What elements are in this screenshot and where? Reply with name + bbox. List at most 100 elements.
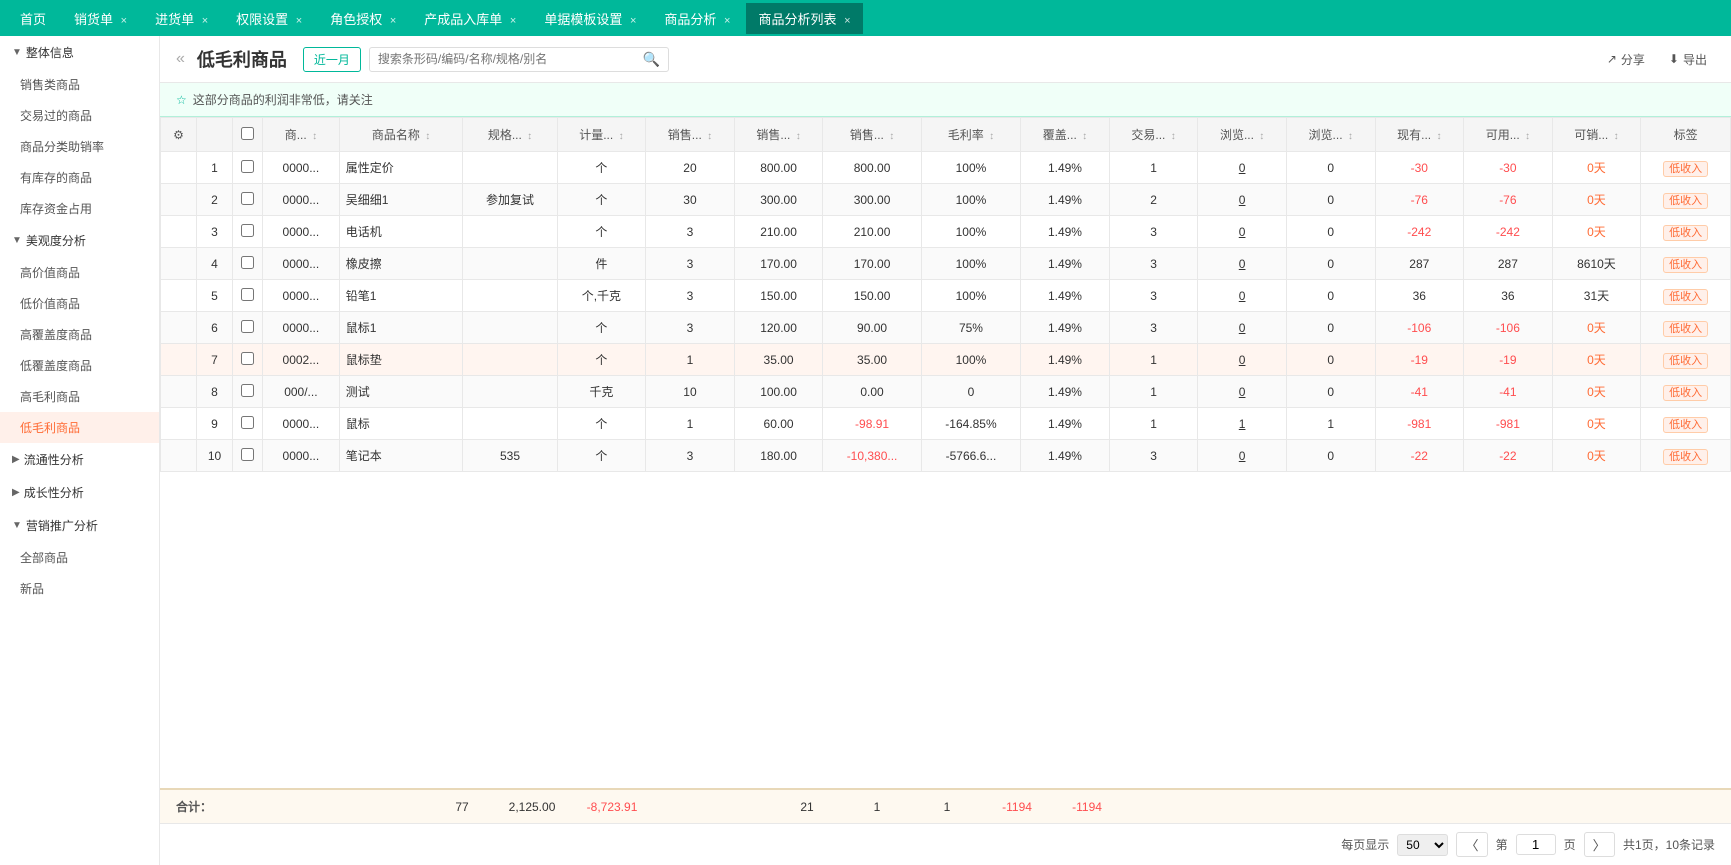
prev-page-button[interactable]: 〈 [1456,832,1487,857]
nav-purchase-close[interactable]: × [202,15,208,27]
nav-products-in-close[interactable]: × [510,15,516,27]
share-button[interactable]: ↗ 分享 [1599,47,1653,72]
row-checkbox-cell-5[interactable] [233,312,263,344]
row-checkbox-7[interactable] [241,384,254,397]
sidebar-item-traded-products[interactable]: 交易过的商品 [0,100,159,131]
current-stock-col-header[interactable]: 现有... ↕ [1375,118,1464,152]
browse1-value-9[interactable]: 0 [1239,449,1246,463]
nav-sales[interactable]: 销货单 × [62,3,139,34]
row-browse1-cell-9[interactable]: 0 [1198,440,1287,472]
nav-product-analysis-list[interactable]: 商品分析列表 × [746,3,862,34]
browse1-col-header[interactable]: 浏览... ↕ [1198,118,1287,152]
sidebar-item-low-value[interactable]: 低价值商品 [0,288,159,319]
nav-roles-close[interactable]: × [390,15,396,27]
sidebar-item-low-margin[interactable]: 低毛利商品 [0,412,159,443]
row-checkbox-6[interactable] [241,352,254,365]
gross-margin-col-header[interactable]: 毛利率 ↕ [921,118,1020,152]
sidebar-collapse-btn[interactable]: « [176,50,185,68]
nav-templates[interactable]: 单据模板设置 × [532,3,648,34]
sidebar-item-stock-capital[interactable]: 库存资金占用 [0,193,159,224]
code-col-header[interactable]: 商... ↕ [263,118,340,152]
sidebar-item-stocked-products[interactable]: 有库存的商品 [0,162,159,193]
row-checkbox-2[interactable] [241,224,254,237]
row-browse1-cell-6[interactable]: 0 [1198,344,1287,376]
nav-home[interactable]: 首页 [8,3,58,34]
nav-permissions-close[interactable]: × [296,15,302,27]
name-col-header[interactable]: 商品名称 ↕ [339,118,463,152]
search-icon[interactable]: 🔍 [642,51,659,68]
nav-templates-close[interactable]: × [630,15,636,27]
row-browse1-cell-4[interactable]: 0 [1198,280,1287,312]
row-browse1-cell-0[interactable]: 0 [1198,152,1287,184]
row-checkbox-cell-0[interactable] [233,152,263,184]
row-checkbox-0[interactable] [241,160,254,173]
sellable-col-header[interactable]: 可销... ↕ [1552,118,1641,152]
page-size-select[interactable]: 20 50 100 200 [1397,834,1448,856]
sidebar-item-low-coverage[interactable]: 低覆盖度商品 [0,350,159,381]
trade-times-col-header[interactable]: 交易... ↕ [1109,118,1198,152]
nav-product-analysis[interactable]: 商品分析 × [652,3,742,34]
search-input[interactable] [378,52,643,66]
row-checkbox-4[interactable] [241,288,254,301]
sidebar-item-new-products[interactable]: 新品 [0,573,159,604]
browse1-value-3[interactable]: 0 [1239,257,1246,271]
sidebar-item-category-sales[interactable]: 商品分类助销率 [0,131,159,162]
browse1-value-0[interactable]: 0 [1239,161,1246,175]
settings-col-header[interactable]: ⚙ [161,118,197,152]
sidebar-group-overall-header[interactable]: ▼ 整体信息 [0,36,159,69]
row-checkbox-cell-4[interactable] [233,280,263,312]
sidebar-item-high-value[interactable]: 高价值商品 [0,257,159,288]
page-number-input[interactable] [1516,834,1556,855]
available-col-header[interactable]: 可用... ↕ [1464,118,1553,152]
row-checkbox-cell-1[interactable] [233,184,263,216]
row-checkbox-5[interactable] [241,320,254,333]
browse1-value-2[interactable]: 0 [1239,225,1246,239]
browse1-value-7[interactable]: 0 [1239,385,1246,399]
row-browse1-cell-2[interactable]: 0 [1198,216,1287,248]
sales-profit-col-header[interactable]: 销售... ↕ [823,118,921,152]
sidebar-group-growth-header[interactable]: ▶ 成长性分析 [0,476,159,509]
row-browse1-cell-3[interactable]: 0 [1198,248,1287,280]
browse1-value-1[interactable]: 0 [1239,193,1246,207]
row-checkbox-cell-3[interactable] [233,248,263,280]
row-checkbox-cell-8[interactable] [233,408,263,440]
row-checkbox-1[interactable] [241,192,254,205]
export-button[interactable]: ⬇ 导出 [1661,47,1715,72]
sales-price-col-header[interactable]: 销售... ↕ [734,118,823,152]
sidebar-item-all-products[interactable]: 全部商品 [0,542,159,573]
row-checkbox-3[interactable] [241,256,254,269]
row-checkbox-cell-6[interactable] [233,344,263,376]
select-all-checkbox[interactable] [241,127,254,140]
row-checkbox-cell-7[interactable] [233,376,263,408]
row-browse1-cell-8[interactable]: 1 [1198,408,1287,440]
row-checkbox-9[interactable] [241,448,254,461]
sidebar-item-high-coverage[interactable]: 高覆盖度商品 [0,319,159,350]
sidebar-group-aesthetics-header[interactable]: ▼ 美观度分析 [0,224,159,257]
nav-sales-close[interactable]: × [121,15,127,27]
browse1-value-8[interactable]: 1 [1239,417,1246,431]
nav-roles[interactable]: 角色授权 × [318,3,408,34]
coverage-col-header[interactable]: 覆盖... ↕ [1021,118,1110,152]
nav-products-in[interactable]: 产成品入库单 × [412,3,528,34]
row-browse1-cell-1[interactable]: 0 [1198,184,1287,216]
row-browse1-cell-5[interactable]: 0 [1198,312,1287,344]
browse1-value-5[interactable]: 0 [1239,321,1246,335]
sidebar-item-high-margin[interactable]: 高毛利商品 [0,381,159,412]
sidebar-item-sales-products[interactable]: 销售类商品 [0,69,159,100]
browse1-value-4[interactable]: 0 [1239,289,1246,303]
sidebar-group-marketing-header[interactable]: ▼ 营销推广分析 [0,509,159,542]
row-checkbox-8[interactable] [241,416,254,429]
nav-purchase[interactable]: 进货单 × [143,3,220,34]
sidebar-group-flow-header[interactable]: ▶ 流通性分析 [0,443,159,476]
sales-qty-col-header[interactable]: 销售... ↕ [646,118,735,152]
row-checkbox-cell-9[interactable] [233,440,263,472]
nav-product-analysis-close[interactable]: × [724,15,730,27]
browse1-value-6[interactable]: 0 [1239,353,1246,367]
row-browse1-cell-7[interactable]: 0 [1198,376,1287,408]
settings-icon[interactable]: ⚙ [173,128,184,142]
browse2-col-header[interactable]: 浏览... ↕ [1286,118,1375,152]
nav-permissions[interactable]: 权限设置 × [224,3,314,34]
date-filter-button[interactable]: 近一月 [303,47,361,72]
checkbox-col-header[interactable] [233,118,263,152]
tag-col-header[interactable]: 标签 [1641,118,1731,152]
